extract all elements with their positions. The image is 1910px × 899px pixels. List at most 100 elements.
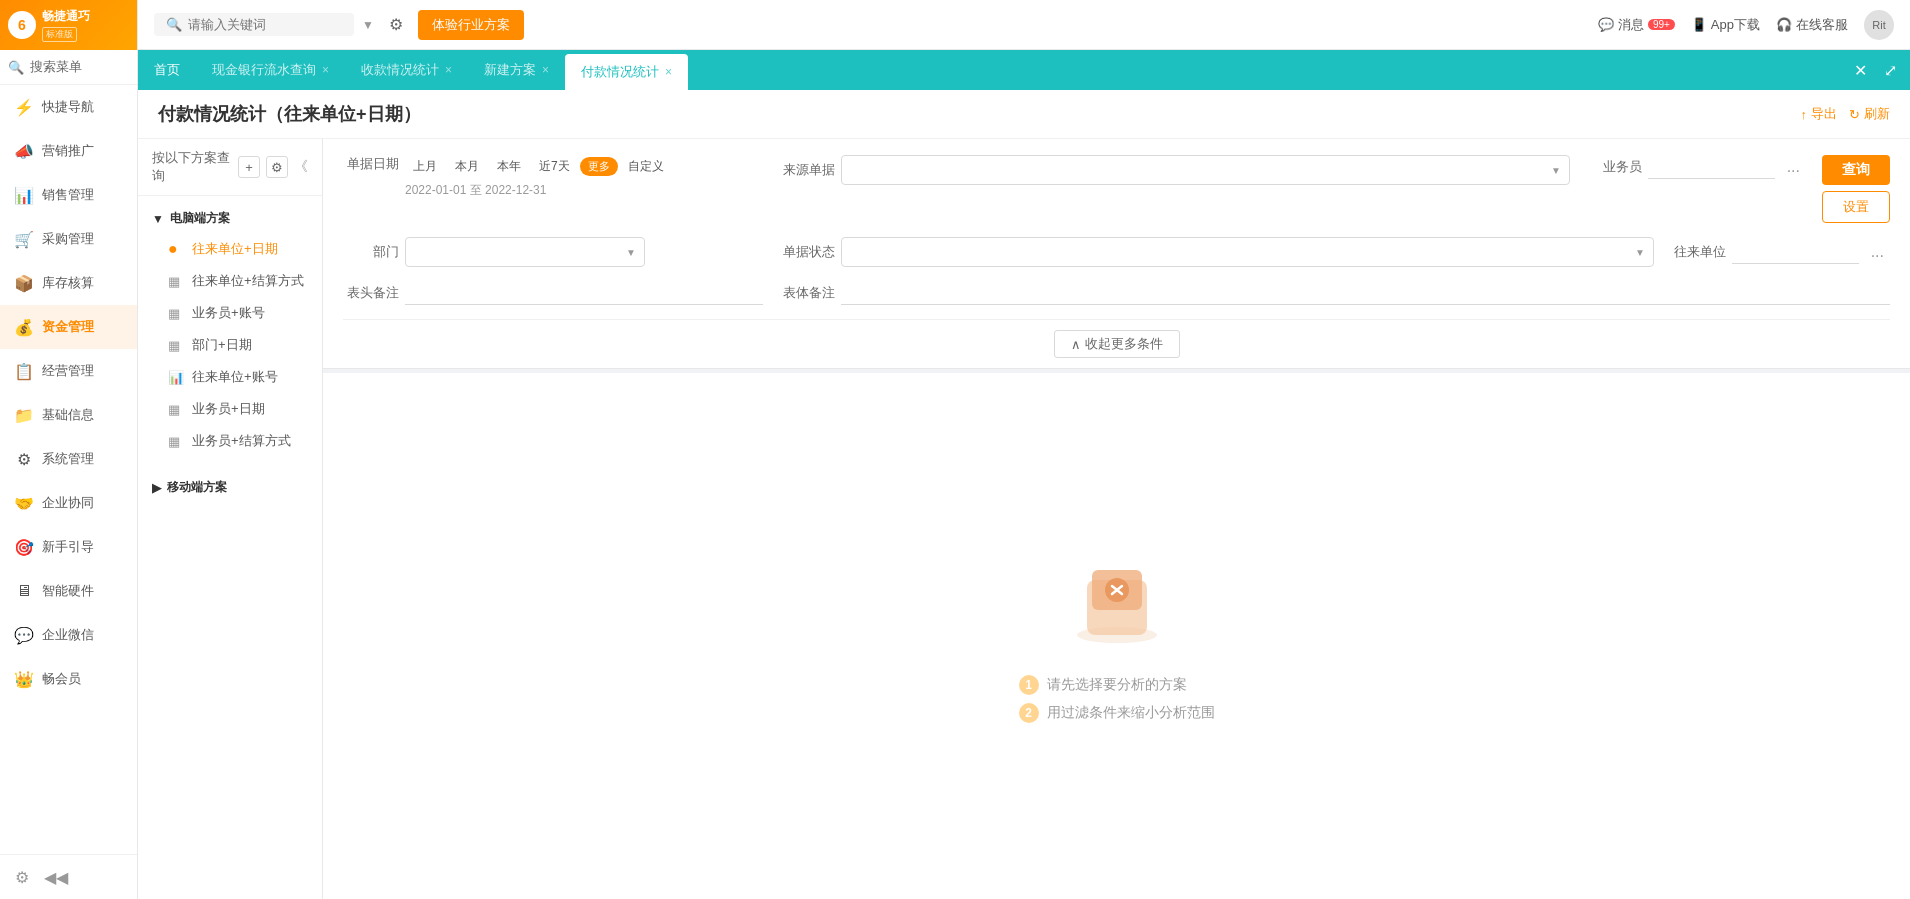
notification-button[interactable]: 💬 消息 99+ — [1598, 16, 1675, 34]
export-button[interactable]: ↑ 导出 — [1801, 105, 1838, 123]
header-search-input[interactable] — [188, 17, 318, 32]
close-window-button[interactable]: ✕ — [1848, 58, 1872, 82]
body-note-label: 表体备注 — [779, 284, 835, 302]
header-search-icon: 🔍 — [166, 17, 182, 32]
sidebar-item-ops[interactable]: 📋 经营管理 — [0, 349, 137, 393]
sidebar-item-inventory[interactable]: 📦 库存核算 — [0, 261, 137, 305]
message-icon: 💬 — [1598, 17, 1614, 32]
staff-dots-button[interactable]: ... — [1781, 158, 1806, 176]
receipt-status-label: 单据状态 — [779, 243, 835, 261]
tab-receipt-stats[interactable]: 收款情况统计 × — [345, 50, 468, 90]
sidebar-item-wechat[interactable]: 💬 企业微信 — [0, 613, 137, 657]
scheme-active-icon: ● — [168, 240, 184, 258]
scheme-item-staff-date[interactable]: ▦ 业务员+日期 — [138, 393, 322, 425]
marketing-icon: 📣 — [14, 141, 34, 161]
scheme-icon-4: 📊 — [168, 370, 184, 385]
filter-settings-button[interactable]: 设置 — [1822, 191, 1890, 223]
trial-button[interactable]: 体验行业方案 — [418, 10, 524, 40]
date-last-7days[interactable]: 近7天 — [531, 155, 578, 178]
header-note-input[interactable] — [405, 281, 763, 305]
receipt-status-dropdown[interactable]: ▼ — [841, 237, 1654, 267]
scheme-item-staff-settlement[interactable]: ▦ 业务员+结算方式 — [138, 425, 322, 457]
filter-header-note: 表头备注 — [343, 281, 763, 305]
scheme-settings-button[interactable]: ⚙ — [266, 156, 288, 178]
date-this-year[interactable]: 本年 — [489, 155, 529, 178]
date-last-month[interactable]: 上月 — [405, 155, 445, 178]
header-dropdown[interactable]: ▼ — [362, 18, 374, 32]
add-scheme-button[interactable]: + — [238, 156, 260, 178]
tip-2-text: 用过滤条件来缩小分析范围 — [1047, 704, 1215, 722]
avatar[interactable]: Rit — [1864, 10, 1894, 40]
expand-window-button[interactable]: ⤢ — [1878, 58, 1902, 82]
sidebar-item-system[interactable]: ⚙ 系统管理 — [0, 437, 137, 481]
sidebar-item-member[interactable]: 👑 畅会员 — [0, 657, 137, 701]
tip-2-num: 2 — [1019, 703, 1039, 723]
logo-text: 畅捷通巧 标准版 — [42, 8, 90, 42]
app-download-button[interactable]: 📱 App下载 — [1691, 16, 1760, 34]
scheme-item-staff-account[interactable]: ▦ 业务员+账号 — [138, 297, 322, 329]
sidebar-item-guide[interactable]: 🎯 新手引导 — [0, 525, 137, 569]
panel-collapse-button[interactable]: 《 — [294, 158, 308, 176]
tab-new-scheme[interactable]: 新建方案 × — [468, 50, 565, 90]
scheme-item-dept-date[interactable]: ▦ 部门+日期 — [138, 329, 322, 361]
sidebar-item-purchase[interactable]: 🛒 采购管理 — [0, 217, 137, 261]
dept-dropdown[interactable]: ▼ — [405, 237, 645, 267]
sidebar-item-hardware[interactable]: 🖥 智能硬件 — [0, 569, 137, 613]
sidebar-item-enterprise[interactable]: 🤝 企业协同 — [0, 481, 137, 525]
scheme-group-desktop-title[interactable]: ▼ 电脑端方案 — [138, 204, 322, 233]
filter-partner: 往来单位 ... — [1670, 240, 1890, 264]
tip-1-text: 请先选择要分析的方案 — [1047, 676, 1187, 694]
page-content: 付款情况统计（往来单位+日期） ↑ 导出 ↻ 刷新 按以下方案查询 — [138, 90, 1910, 899]
collapse-bottom-icon[interactable]: ◀◀ — [44, 865, 68, 889]
system-icon: ⚙ — [14, 449, 34, 469]
scheme-group-mobile-title[interactable]: ▶ 移动端方案 — [138, 473, 322, 502]
ops-icon: 📋 — [14, 361, 34, 381]
header-right: 💬 消息 99+ 📱 App下载 🎧 在线客服 Rit — [1598, 10, 1894, 40]
page-title: 付款情况统计（往来单位+日期） — [158, 102, 421, 126]
body-note-input[interactable] — [841, 281, 1890, 305]
sidebar-item-basic[interactable]: 📁 基础信息 — [0, 393, 137, 437]
staff-input[interactable] — [1648, 155, 1775, 179]
header-search-box[interactable]: 🔍 — [154, 13, 354, 36]
partner-input[interactable] — [1732, 240, 1859, 264]
sidebar-item-finance[interactable]: 💰 资金管理 — [0, 305, 137, 349]
tab-bank-flow[interactable]: 现金银行流水查询 × — [196, 50, 345, 90]
tab-close-receipt-stats[interactable]: × — [445, 63, 452, 77]
source-dropdown[interactable]: ▼ — [841, 155, 1570, 185]
filter-row-3: 表头备注 表体备注 — [343, 281, 1890, 305]
empty-tip-1: 1 请先选择要分析的方案 — [1019, 675, 1215, 695]
date-range-display: 2022-01-01 至 2022-12-31 — [405, 183, 546, 197]
settings-bottom-icon[interactable]: ⚙ — [10, 865, 34, 889]
sidebar-search[interactable]: 🔍 搜索菜单 — [0, 50, 137, 85]
date-custom-button[interactable]: 自定义 — [620, 155, 672, 178]
scheme-group-mobile: ▶ 移动端方案 — [138, 465, 322, 510]
sidebar: 6 畅捷通巧 标准版 🔍 搜索菜单 ⚡ 快捷导航 📣 营销推广 📊 销售管理 🛒… — [0, 0, 138, 899]
member-icon: 👑 — [14, 669, 34, 689]
tab-home[interactable]: 首页 — [138, 50, 196, 90]
tab-close-new-scheme[interactable]: × — [542, 63, 549, 77]
app-icon: 📱 — [1691, 17, 1707, 32]
sidebar-logo: 6 畅捷通巧 标准版 — [0, 0, 137, 50]
sidebar-item-quick-nav[interactable]: ⚡ 快捷导航 — [0, 85, 137, 129]
date-more-button[interactable]: 更多 — [580, 157, 618, 176]
content-body: 按以下方案查询 + ⚙ 《 ▼ 电脑端方案 ● — [138, 139, 1910, 899]
scheme-item-partner-account[interactable]: 📊 往来单位+账号 — [138, 361, 322, 393]
staff-label: 业务员 — [1586, 158, 1642, 176]
sidebar-bottom: ⚙ ◀◀ — [0, 854, 137, 899]
sidebar-item-sales[interactable]: 📊 销售管理 — [0, 173, 137, 217]
date-this-month[interactable]: 本月 — [447, 155, 487, 178]
scheme-icon-5: ▦ — [168, 402, 184, 417]
refresh-button[interactable]: ↻ 刷新 — [1849, 105, 1890, 123]
scheme-item-partner-date[interactable]: ● 往来单位+日期 — [138, 233, 322, 265]
empty-icon-area — [1057, 550, 1177, 663]
partner-dots-button[interactable]: ... — [1865, 243, 1890, 261]
tab-close-payment-stats[interactable]: × — [665, 65, 672, 79]
sidebar-item-marketing[interactable]: 📣 营销推广 — [0, 129, 137, 173]
query-button[interactable]: 查询 — [1822, 155, 1890, 185]
online-service-button[interactable]: 🎧 在线客服 — [1776, 16, 1848, 34]
tab-close-bank-flow[interactable]: × — [322, 63, 329, 77]
tab-payment-stats[interactable]: 付款情况统计 × — [565, 54, 688, 90]
collapse-more-conditions-button[interactable]: ∧ 收起更多条件 — [1054, 330, 1180, 358]
scheme-item-partner-settlement[interactable]: ▦ 往来单位+结算方式 — [138, 265, 322, 297]
header-gear-icon[interactable]: ⚙ — [382, 11, 410, 39]
